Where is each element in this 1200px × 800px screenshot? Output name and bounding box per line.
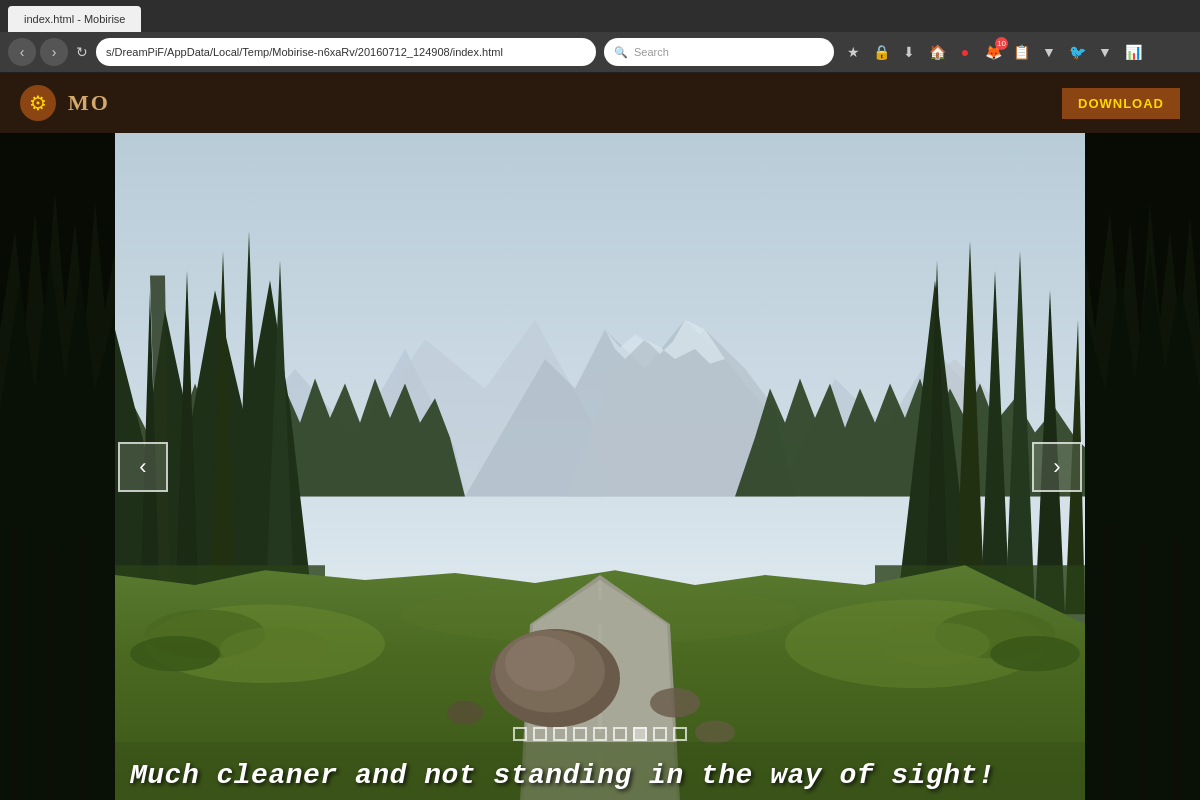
slide-scene-svg [115, 133, 1085, 800]
side-forest-right [1085, 133, 1200, 800]
side-forest-left [0, 133, 115, 800]
star-icon[interactable]: ★ [842, 41, 864, 63]
url-text: s/DreamPiF/AppData/Local/Temp/Mobirise-n… [106, 46, 503, 58]
browser-toolbar: ‹ › ↻ s/DreamPiF/AppData/Local/Temp/Mobi… [0, 32, 1200, 72]
extensions-icon[interactable]: 🦊 10 [982, 41, 1004, 63]
browser-tab[interactable]: index.html - Mobirise [8, 6, 141, 32]
reload-button[interactable]: ↻ [76, 44, 88, 60]
carousel-dot-4[interactable] [573, 727, 587, 741]
url-bar[interactable]: s/DreamPiF/AppData/Local/Temp/Mobirise-n… [96, 38, 596, 66]
toolbar-icons: ★ 🔒 ⬇ 🏠 ● 🦊 10 📋 ▼ 🐦 ▼ 📊 [842, 41, 1144, 63]
svg-point-49 [880, 622, 990, 665]
svg-point-59 [695, 720, 735, 744]
tab-label: index.html - Mobirise [24, 13, 125, 25]
app-logo: ⚙ MO [20, 85, 110, 121]
main-slide [115, 133, 1085, 800]
carousel-dot-6[interactable] [613, 727, 627, 741]
slider-container: ‹ › Much cleaner and not standing in the… [0, 133, 1200, 800]
app-header: ⚙ MO DOWNLOAD [0, 73, 1200, 133]
side-panel-right [1085, 133, 1200, 800]
search-icon: 🔍 [614, 46, 628, 59]
caption-text: Much cleaner and not standing in the way… [130, 760, 995, 791]
opera-icon[interactable]: ● [954, 41, 976, 63]
lock-icon[interactable]: 🔒 [870, 41, 892, 63]
carousel-dot-5[interactable] [593, 727, 607, 741]
forward-button[interactable]: › [40, 38, 68, 66]
app-name: MO [68, 90, 110, 116]
stats-icon[interactable]: 📊 [1122, 41, 1144, 63]
download-button[interactable]: DOWNLOAD [1062, 88, 1180, 119]
dropdown-arrow2[interactable]: ▼ [1094, 41, 1116, 63]
svg-point-56 [505, 636, 575, 691]
carousel-next-button[interactable]: › [1032, 442, 1082, 492]
carousel-dot-2[interactable] [533, 727, 547, 741]
carousel-dot-3[interactable] [553, 727, 567, 741]
svg-rect-6 [0, 133, 115, 800]
carousel-dot-8[interactable] [653, 727, 667, 741]
page-content: ⚙ MO DOWNLOAD [0, 73, 1200, 800]
bird-icon[interactable]: 🐦 [1066, 41, 1088, 63]
svg-point-50 [990, 636, 1080, 671]
carousel-prev-button[interactable]: ‹ [118, 442, 168, 492]
side-panel-left [0, 133, 115, 800]
dropdown-arrow[interactable]: ▼ [1038, 41, 1060, 63]
svg-point-46 [220, 627, 330, 670]
svg-point-58 [447, 701, 483, 725]
home-icon[interactable]: 🏠 [926, 41, 948, 63]
clipboard-icon[interactable]: 📋 [1010, 41, 1032, 63]
svg-point-47 [130, 636, 220, 671]
carousel-dot-7[interactable] [633, 727, 647, 741]
svg-point-57 [650, 688, 700, 717]
svg-rect-13 [1085, 133, 1200, 800]
carousel-dot-9[interactable] [673, 727, 687, 741]
browser-chrome: index.html - Mobirise ‹ › ↻ s/DreamPiF/A… [0, 0, 1200, 73]
slide-caption: Much cleaner and not standing in the way… [0, 760, 1200, 791]
search-bar[interactable]: 🔍 Search [604, 38, 834, 66]
carousel-dots [513, 727, 687, 741]
carousel-dot-1[interactable] [513, 727, 527, 741]
search-placeholder: Search [634, 46, 669, 58]
tab-bar: index.html - Mobirise [0, 0, 1200, 32]
download-icon[interactable]: ⬇ [898, 41, 920, 63]
gear-icon: ⚙ [20, 85, 56, 121]
back-button[interactable]: ‹ [8, 38, 36, 66]
